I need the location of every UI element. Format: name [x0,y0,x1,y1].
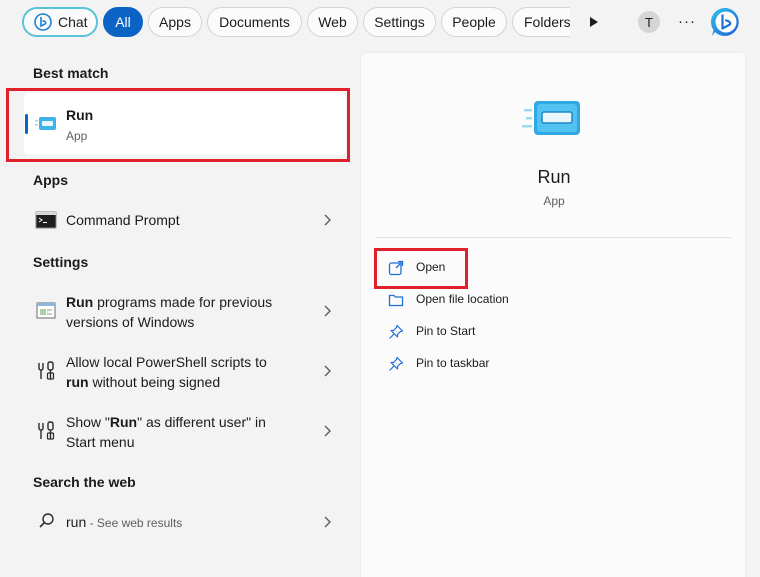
list-item-run-programs-previous-windows[interactable]: Run programs made for previous versions … [24,282,346,340]
chevron-right-icon [324,516,331,528]
scroll-filters-right-button[interactable] [586,13,602,31]
best-match-subtitle: App [66,129,88,143]
people-filter-label: People [452,14,496,30]
pin-to-start-action[interactable]: Pin to Start [375,318,715,346]
list-item-command-prompt[interactable]: Command Prompt [24,200,346,240]
web-filter-button[interactable]: Web [307,7,358,37]
detail-app-name: Run [537,167,571,187]
list-item-label: Allow local PowerShell scripts to run wi… [66,354,267,390]
bing-chat-icon [34,13,52,31]
list-item-allow-powershell-scripts[interactable]: Allow local PowerShell scripts to run wi… [24,342,346,400]
run-app-large-icon [522,101,580,135]
more-options-button[interactable]: ··· [676,10,698,32]
apps-heading: Apps [33,172,68,188]
result-detail-panel: Run App Open Open file location Pin to S… [360,52,746,577]
chat-filter-label: Chat [58,14,88,30]
documents-filter-button[interactable]: Documents [207,7,302,37]
apps-filter-button[interactable]: Apps [148,7,202,37]
settings-filter-label: Settings [374,14,425,30]
chat-filter-button[interactable]: Chat [22,7,98,37]
action-label: Open file location [416,292,509,306]
search-icon [39,513,54,528]
open-external-icon [388,260,404,276]
list-item-label: Show "Run" as different user" in Start m… [66,414,266,450]
chevron-right-icon [324,425,331,437]
run-app-icon [35,117,56,130]
avatar[interactable]: T [638,11,660,33]
command-prompt-icon [35,211,57,229]
apps-filter-label: Apps [159,14,191,30]
chevron-right-icon [324,365,331,377]
pin-to-taskbar-action[interactable]: Pin to taskbar [375,350,715,378]
action-label: Open [416,260,446,274]
pin-icon [389,356,404,371]
action-label: Pin to Start [416,324,476,338]
developer-settings-icon [38,421,55,440]
web-filter-label: Web [318,14,347,30]
all-filter-button[interactable]: All [103,7,143,37]
list-item-run-as-different-user[interactable]: Show "Run" as different user" in Start m… [24,402,346,460]
list-item-web-search-run[interactable]: run - See web results [24,502,346,542]
open-file-location-action[interactable]: Open file location [375,286,715,314]
chevron-right-icon [324,305,331,317]
list-item-label: Command Prompt [66,212,180,228]
developer-settings-icon [38,361,55,380]
chevron-right-icon [324,214,331,226]
folder-icon [388,294,404,307]
open-action[interactable]: Open [375,254,715,282]
search-web-heading: Search the web [33,474,136,490]
settings-heading: Settings [33,254,89,270]
documents-filter-label: Documents [219,14,290,30]
list-item-label: Run programs made for previous versions … [66,294,273,330]
folders-filter-label: Folders [524,14,570,30]
play-icon [590,17,598,27]
bing-logo-icon[interactable] [709,5,743,39]
selection-indicator [25,114,28,134]
all-filter-label: All [115,14,131,30]
list-item-label: run - See web results [66,514,183,530]
people-filter-button[interactable]: People [441,7,507,37]
action-label: Pin to taskbar [416,356,490,370]
settings-filter-button[interactable]: Settings [363,7,436,37]
compatibility-settings-icon [36,302,56,319]
search-filter-bar: Chat All Apps Documents Web Settings Peo… [0,0,760,46]
folders-filter-button[interactable]: Folders [512,7,570,37]
best-match-title: Run [66,107,94,123]
detail-app-type: App [543,194,565,208]
best-match-heading: Best match [33,65,109,81]
divider [375,237,731,238]
best-match-run-app[interactable]: Run App [24,93,346,155]
pin-icon [389,324,404,339]
